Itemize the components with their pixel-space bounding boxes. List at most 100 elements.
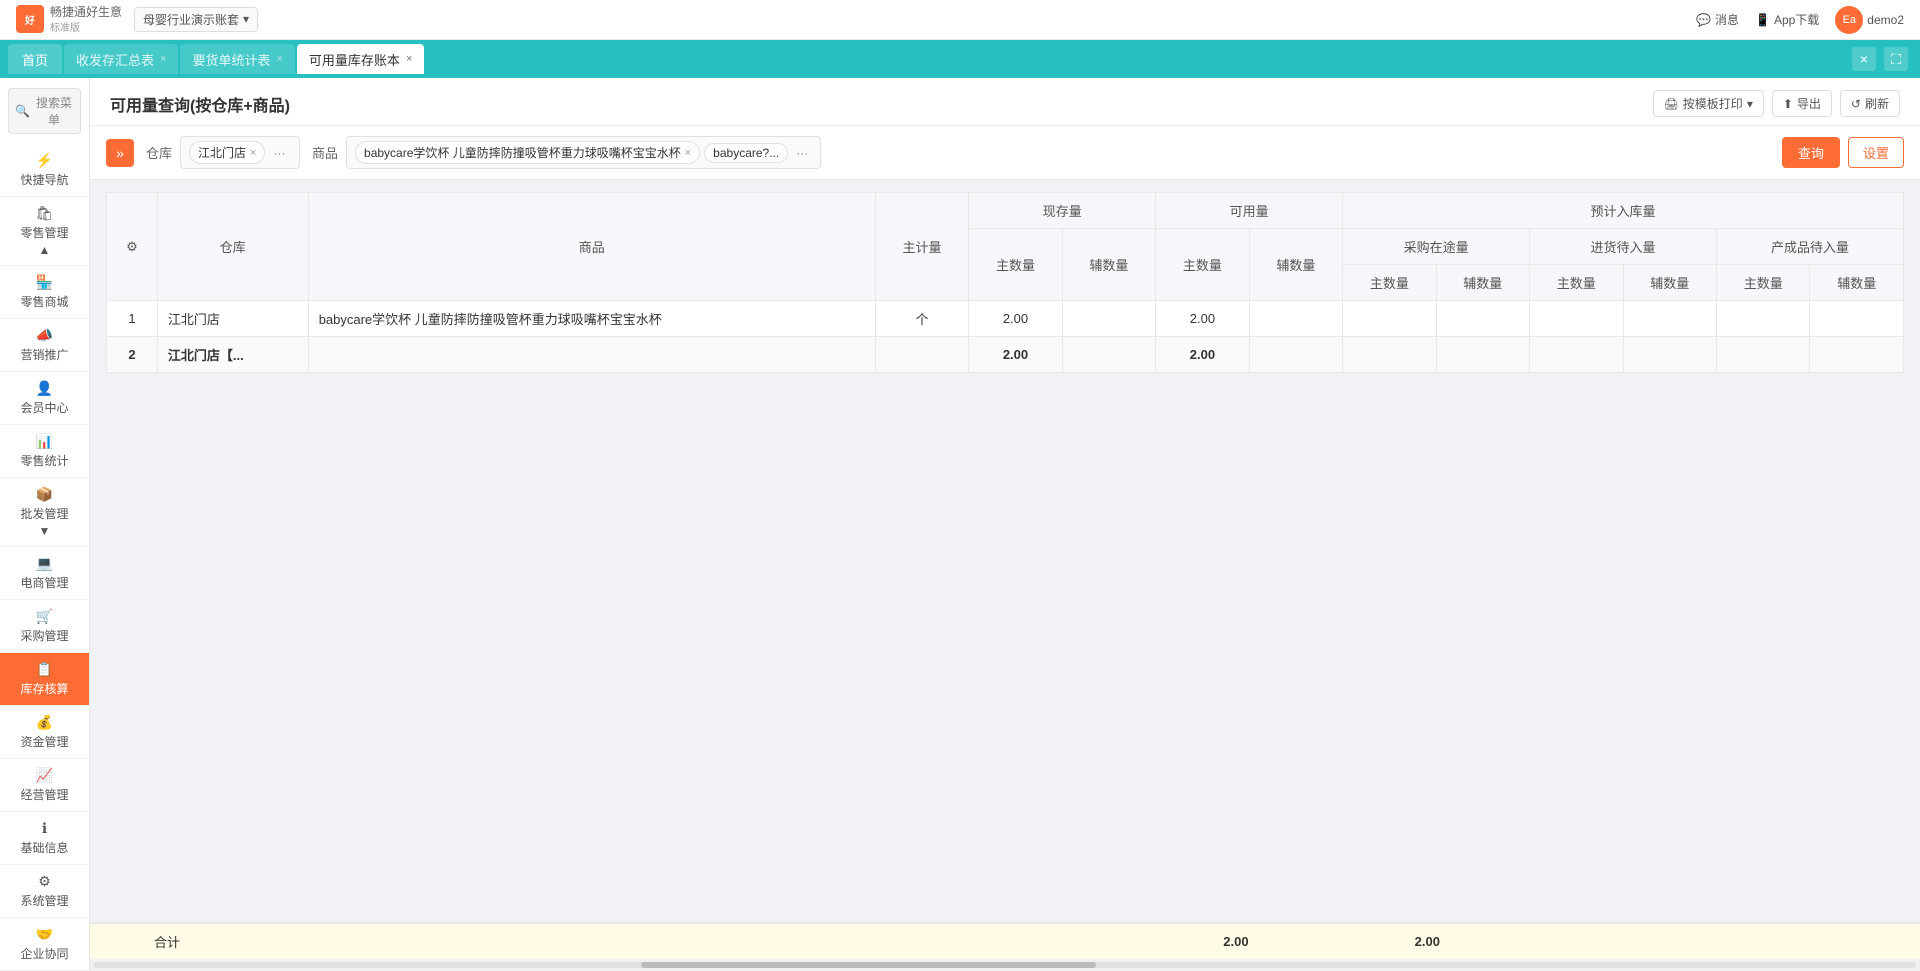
tab-home[interactable]: 首页 [8,44,62,74]
logo-area: 好 畅捷通好生意 标准版 [16,5,122,34]
tab-order-stats-close[interactable] [276,53,282,65]
tab-receive-summary-close[interactable] [160,53,166,65]
row-1-product [308,337,875,373]
filter-expand-button[interactable]: » [106,139,134,167]
col-available-main-header: 主数量 [1156,229,1249,301]
print-icon: 🖨 [1664,97,1679,111]
marketing-label: 营销推广 [20,346,68,363]
wholesale-mgmt-label: 批发管理 [20,505,68,522]
retail-stats-icon: 📊 [36,433,53,450]
product-more-icon[interactable]: ··· [792,142,812,164]
summary-product-pending-aux [1845,924,1904,959]
col-purchase-transit-main-header: 主数量 [1343,265,1436,301]
col-available-aux-header: 辅数量 [1249,229,1342,301]
app-download-action[interactable]: 📱 App下载 [1755,11,1819,28]
row-1-avail-main: 2.00 [1156,337,1249,373]
sidebar-item-retail-stats[interactable]: 📊 零售统计 [0,425,89,478]
sidebar-item-purchase-mgmt[interactable]: 🛒 采购管理 [0,600,89,653]
product-input[interactable]: babycare学饮杯 儿童防摔防撞吸管杯重力球吸嘴杯宝宝水杯 × babyca… [346,136,821,169]
row-1-avail-aux [1249,337,1342,373]
summary-bar: 合计 2.00 2.00 [90,922,1920,959]
purchase-mgmt-label: 采购管理 [20,627,68,644]
tab-available-stock-label: 可用量库存账本 [309,50,400,69]
export-icon: ⬆ [1783,97,1793,111]
sidebar-item-marketing[interactable]: 📣 营销推广 [0,319,89,372]
export-button[interactable]: ⬆ 导出 [1772,90,1832,117]
summary-incoming-pending-main [1669,924,1728,959]
sidebar-item-retail-mgmt[interactable]: 🛍 零售管理 ▲ [0,197,89,266]
tab-available-stock-close[interactable] [406,53,412,65]
col-planned-inbound-header: 预计入库量 [1343,193,1904,229]
sidebar-item-retail-mall[interactable]: 🏪 零售商城 [0,266,89,319]
sidebar-item-quick-nav[interactable]: ⚡ 快捷导航 [0,144,89,197]
tenant-label: 母婴行业演示账套 [143,11,239,28]
tab-receive-summary[interactable]: 收发存汇总表 [64,44,178,74]
sys-mgmt-icon: ⚙ [38,873,51,890]
tab-receive-summary-label: 收发存汇总表 [76,50,154,69]
content-area: 可用量查询(按仓库+商品) 🖨 按模板打印 ⬆ 导出 ↺ 刷新 [90,78,1920,971]
sidebar-item-basic-info[interactable]: ℹ 基础信息 [0,812,89,865]
sidebar-item-finance-mgmt[interactable]: 💰 资金管理 [0,706,89,759]
sidebar-item-ecommerce-mgmt[interactable]: 💻 电商管理 [0,547,89,600]
warehouse-tag: 江北门店 × [189,141,265,164]
warehouse-tag-value: 江北门店 [198,144,246,161]
basic-info-icon: ℹ [42,820,47,837]
message-label: 消息 [1715,11,1739,28]
col-settings-icon: ⚙ [126,239,138,254]
search-icon: 🔍 [15,104,30,118]
horizontal-scrollbar[interactable] [90,959,1920,971]
warehouse-more-icon[interactable]: ··· [269,142,289,164]
message-action[interactable]: 💬 消息 [1696,11,1739,28]
message-icon: 💬 [1696,13,1711,27]
user-area[interactable]: Ea demo2 [1835,6,1904,34]
col-available-header: 可用量 [1156,193,1343,229]
tab-available-stock[interactable]: 可用量库存账本 [297,44,424,74]
sidebar-item-operation-mgmt[interactable]: 📈 经营管理 [0,759,89,812]
scrollbar-thumb[interactable] [641,962,1097,968]
retail-stats-label: 零售统计 [20,452,68,469]
sidebar-search-button[interactable]: 🔍 搜索菜单 [8,88,81,134]
product-tag-0-close-icon[interactable]: × [685,147,691,159]
warehouse-tag-close-icon[interactable]: × [250,147,256,159]
filter-action-buttons: 查询 设置 [1782,137,1904,168]
operation-mgmt-icon: 📈 [36,767,53,784]
col-current-stock-aux-header: 辅数量 [1062,229,1155,301]
summary-unit-spacer [994,924,1170,959]
sidebar-item-enterprise-collab[interactable]: 🤝 企业协同 [0,918,89,971]
warehouse-input[interactable]: 江北门店 × ··· [180,136,300,169]
sidebar-item-wholesale-mgmt[interactable]: 📦 批发管理 ▼ [0,478,89,547]
col-incoming-pending-header: 进货待入量 [1530,229,1717,265]
col-settings-header[interactable]: ⚙ [107,193,158,301]
ecommerce-mgmt-icon: 💻 [36,555,53,572]
query-button[interactable]: 查询 [1782,137,1840,168]
tab-bar-actions: × ⛶ [1852,47,1920,71]
finance-mgmt-label: 资金管理 [20,733,68,750]
member-center-icon: 👤 [36,380,53,397]
tab-close-all-button[interactable]: × [1852,47,1876,71]
print-template-button[interactable]: 🖨 按模板打印 [1653,90,1764,117]
tab-expand-button[interactable]: ⛶ [1884,47,1908,71]
sidebar-item-inventory-check[interactable]: 📋 库存核算 [0,653,89,706]
enterprise-collab-label: 企业协同 [20,945,68,962]
warehouse-filter-label: 仓库 [146,143,172,162]
product-tag-0-value: babycare学饮杯 儿童防摔防撞吸管杯重力球吸嘴杯宝宝水杯 [364,144,681,161]
table-container: ⚙ 仓库 商品 主计量 现存量 [90,180,1920,922]
product-filter-label: 商品 [312,143,338,162]
member-center-label: 会员中心 [20,399,68,416]
tenant-selector[interactable]: 母婴行业演示账套 [134,7,258,32]
sys-mgmt-label: 系统管理 [20,892,68,909]
print-chevron-icon [1747,97,1753,111]
sidebar-item-member-center[interactable]: 👤 会员中心 [0,372,89,425]
user-name: demo2 [1867,13,1904,27]
settings-button[interactable]: 设置 [1848,137,1904,168]
refresh-button[interactable]: ↺ 刷新 [1840,90,1900,117]
table-row: 2 江北门店【... 2.00 2.00 [107,337,1904,373]
tab-order-stats[interactable]: 要货单统计表 [180,44,294,74]
logo-icon: 好 [16,5,44,33]
row-0-product-pending-aux [1810,301,1904,337]
row-0-stock-aux [1062,301,1155,337]
col-warehouse-header: 仓库 [157,193,308,301]
sidebar-item-sys-mgmt[interactable]: ⚙ 系统管理 [0,865,89,918]
col-purchase-in-transit-header: 采购在途量 [1343,229,1530,265]
logo-text: 畅捷通好生意 [50,5,122,19]
